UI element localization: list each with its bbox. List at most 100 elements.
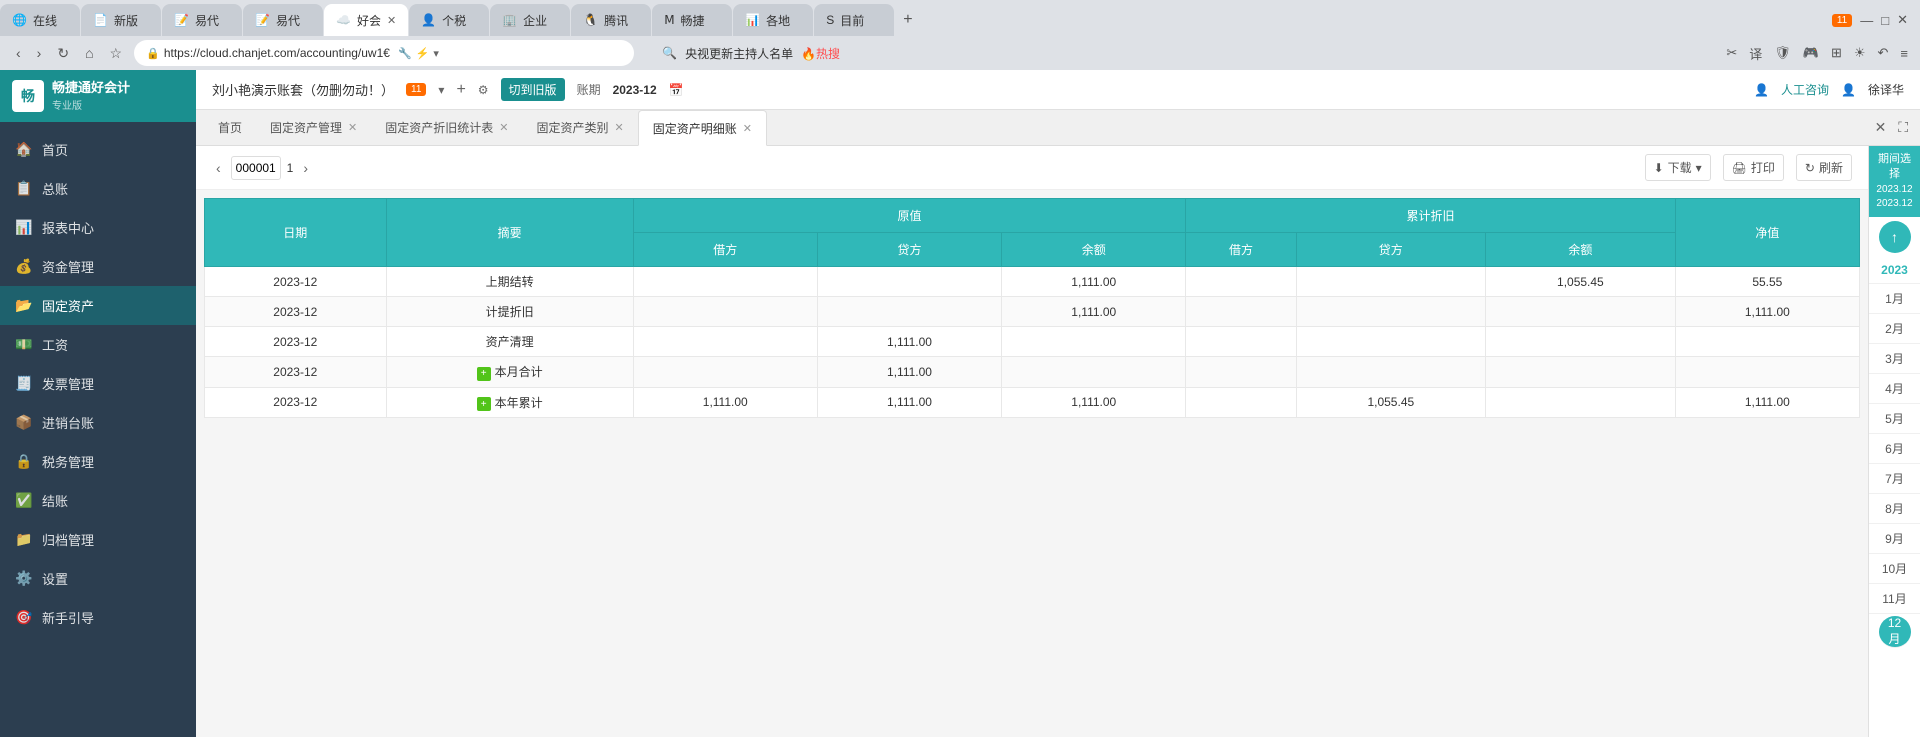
menu-icon[interactable]: ≡ <box>1900 46 1908 61</box>
shield-icon[interactable]: 🛡 <box>1774 45 1791 61</box>
cell-dep-balance <box>1486 297 1676 327</box>
bookmark-btn[interactable]: ☆ <box>106 43 127 64</box>
tab-depreciation-stats[interactable]: 固定资产折旧统计表 ✕ <box>371 110 522 146</box>
browser-tab-gedi[interactable]: 📊 各地 <box>733 4 813 36</box>
period-item-12[interactable]: 12月 <box>1879 616 1911 648</box>
minimize-btn[interactable]: — <box>1860 13 1873 28</box>
maximize-btn[interactable]: □ <box>1881 13 1889 28</box>
search-area: 🔍 央视更新主持人名单 🔥热搜 <box>662 45 840 62</box>
browser-tab-online[interactable]: 🌐 在线 <box>0 4 80 36</box>
tab-icon: 👤 <box>421 13 436 27</box>
grid-icon[interactable]: ⊞ <box>1831 45 1842 61</box>
sidebar-item-label: 进销台账 <box>42 413 94 432</box>
period-item-8[interactable]: 8月 <box>1869 494 1920 524</box>
period-item-11[interactable]: 11月 <box>1869 584 1920 614</box>
print-btn[interactable]: 🖨 打印 <box>1723 154 1784 181</box>
browser-tab-muqian[interactable]: S 目前 <box>814 4 894 36</box>
tab-asset-detail-ledger[interactable]: 固定资产明细账 ✕ <box>638 110 767 146</box>
tab-close-icon[interactable]: ✕ <box>615 121 624 134</box>
tab-icon: 🏢 <box>502 13 517 27</box>
sidebar-item-fixed-assets[interactable]: 📂 固定资产 <box>0 286 196 325</box>
tab-asset-category[interactable]: 固定资产类别 ✕ <box>522 110 637 146</box>
reload-btn[interactable]: ↻ <box>53 43 73 64</box>
sidebar-item-label: 总账 <box>42 179 68 198</box>
tab-close-icon[interactable]: ✕ <box>499 121 508 134</box>
sidebar-item-label: 归档管理 <box>42 530 94 549</box>
sidebar-item-payroll[interactable]: 💵 工资 <box>0 325 196 364</box>
back-btn[interactable]: ‹ <box>12 43 25 63</box>
tab-close-icon[interactable]: ✕ <box>743 122 752 135</box>
browser-tab-qiye[interactable]: 🏢 企业 <box>490 4 570 36</box>
sidebar-item-label: 设置 <box>42 569 68 588</box>
tab-icon: 📄 <box>93 13 108 27</box>
history-icon[interactable]: ↶ <box>1878 45 1889 61</box>
sidebar-item-settings[interactable]: ⚙️ 设置 <box>0 559 196 598</box>
forward-btn[interactable]: › <box>33 43 46 63</box>
switch-to-old-btn[interactable]: 切到旧版 <box>501 78 565 101</box>
sidebar-item-tax[interactable]: 🔒 税务管理 <box>0 442 196 481</box>
cell-orig-balance: 1,111.00 <box>1002 297 1186 327</box>
cell-summary: 资产清理 <box>386 327 633 357</box>
sidebar-item-reports[interactable]: 📊 报表中心 <box>0 208 196 247</box>
th-dep-debit: 借方 <box>1186 233 1296 267</box>
asset-code-input[interactable] <box>231 156 281 180</box>
period-item-5[interactable]: 5月 <box>1869 404 1920 434</box>
add-account-btn[interactable]: + <box>456 81 465 99</box>
new-tab-button[interactable]: + <box>895 4 920 36</box>
scissors-icon[interactable]: ✂ <box>1726 45 1737 61</box>
search-text: 央视更新主持人名单 <box>685 45 793 62</box>
sidebar-item-archive[interactable]: 📁 归档管理 <box>0 520 196 559</box>
period-item-year[interactable]: 2023 <box>1869 257 1920 284</box>
period-item-3[interactable]: 3月 <box>1869 344 1920 374</box>
address-bar-input[interactable]: 🔒 https://cloud.chanjet.com/accounting/u… <box>134 40 634 66</box>
period-item-1[interactable]: 1月 <box>1869 284 1920 314</box>
period-item-6[interactable]: 6月 <box>1869 434 1920 464</box>
table-container: 日期 摘要 原值 累计折旧 净值 借方 贷方 余额 借方 <box>196 190 1868 737</box>
sidebar-item-ledger[interactable]: 📋 总账 <box>0 169 196 208</box>
cell-dep-credit <box>1296 267 1486 297</box>
browser-tab-new[interactable]: 📄 新版 <box>81 4 161 36</box>
period-item-2[interactable]: 2月 <box>1869 314 1920 344</box>
table-row: 2023-12 +本月合计 1,111.00 <box>205 357 1860 388</box>
sidebar-item-inventory[interactable]: 📦 进销台账 <box>0 403 196 442</box>
brightness-icon[interactable]: ☀ <box>1854 45 1866 61</box>
tab-home[interactable]: 首页 <box>204 110 256 146</box>
browser-tab-yidai1[interactable]: 📝 易代 <box>162 4 242 36</box>
period-item-7[interactable]: 7月 <box>1869 464 1920 494</box>
period-item-10[interactable]: 10月 <box>1869 554 1920 584</box>
tab-fixed-assets-mgmt[interactable]: 固定资产管理 ✕ <box>256 110 371 146</box>
translate-icon[interactable]: 译 <box>1749 44 1762 63</box>
dropdown-arrow-icon[interactable]: ▾ <box>438 83 444 97</box>
period-item-4[interactable]: 4月 <box>1869 374 1920 404</box>
calendar-icon[interactable]: 📅 <box>669 83 684 97</box>
tab-close-icon[interactable]: ✕ <box>387 14 396 27</box>
period-up-btn[interactable]: ↑ <box>1879 221 1911 253</box>
browser-tab-changjie[interactable]: Ⅿ 畅捷 <box>652 4 732 36</box>
period-item-9[interactable]: 9月 <box>1869 524 1920 554</box>
download-btn[interactable]: ⬇ 下载 ▾ <box>1645 154 1711 181</box>
sidebar-item-label: 报表中心 <box>42 218 94 237</box>
browser-tab-haohuiji[interactable]: ☁️ 好会 ✕ <box>324 4 408 36</box>
settings-cog-icon[interactable]: ⚙ <box>478 83 489 97</box>
browser-tab-tengxun[interactable]: 🐧 腾讯 <box>571 4 651 36</box>
browser-tab-yidai2[interactable]: 📝 易代 <box>243 4 323 36</box>
gamepad-icon[interactable]: 🎮 <box>1803 45 1819 61</box>
tab-close-icon[interactable]: ✕ <box>348 121 357 134</box>
th-date: 日期 <box>205 199 387 267</box>
sidebar-item-cashflow[interactable]: 💰 资金管理 <box>0 247 196 286</box>
browser-tab-geshui[interactable]: 👤 个税 <box>409 4 489 36</box>
prev-page-btn[interactable]: ‹ <box>212 158 225 178</box>
sidebar-item-home[interactable]: 🏠 首页 <box>0 130 196 169</box>
sidebar-item-label: 资金管理 <box>42 257 94 276</box>
refresh-btn[interactable]: ↻ 刷新 <box>1796 154 1852 181</box>
next-page-btn[interactable]: › <box>299 158 312 178</box>
home-btn[interactable]: ⌂ <box>81 43 97 63</box>
sidebar-item-closing[interactable]: ✅ 结账 <box>0 481 196 520</box>
sidebar-item-invoice[interactable]: 🧾 发票管理 <box>0 364 196 403</box>
expand-btn[interactable]: ✕ ⛶ <box>1871 115 1912 140</box>
tab-label: 各地 <box>766 12 790 29</box>
sidebar-item-guide[interactable]: 🎯 新手引导 <box>0 598 196 637</box>
close-window-btn[interactable]: ✕ <box>1897 12 1908 28</box>
tab-icon: Ⅿ <box>664 13 674 27</box>
customer-service-label[interactable]: 人工咨询 <box>1781 81 1829 98</box>
